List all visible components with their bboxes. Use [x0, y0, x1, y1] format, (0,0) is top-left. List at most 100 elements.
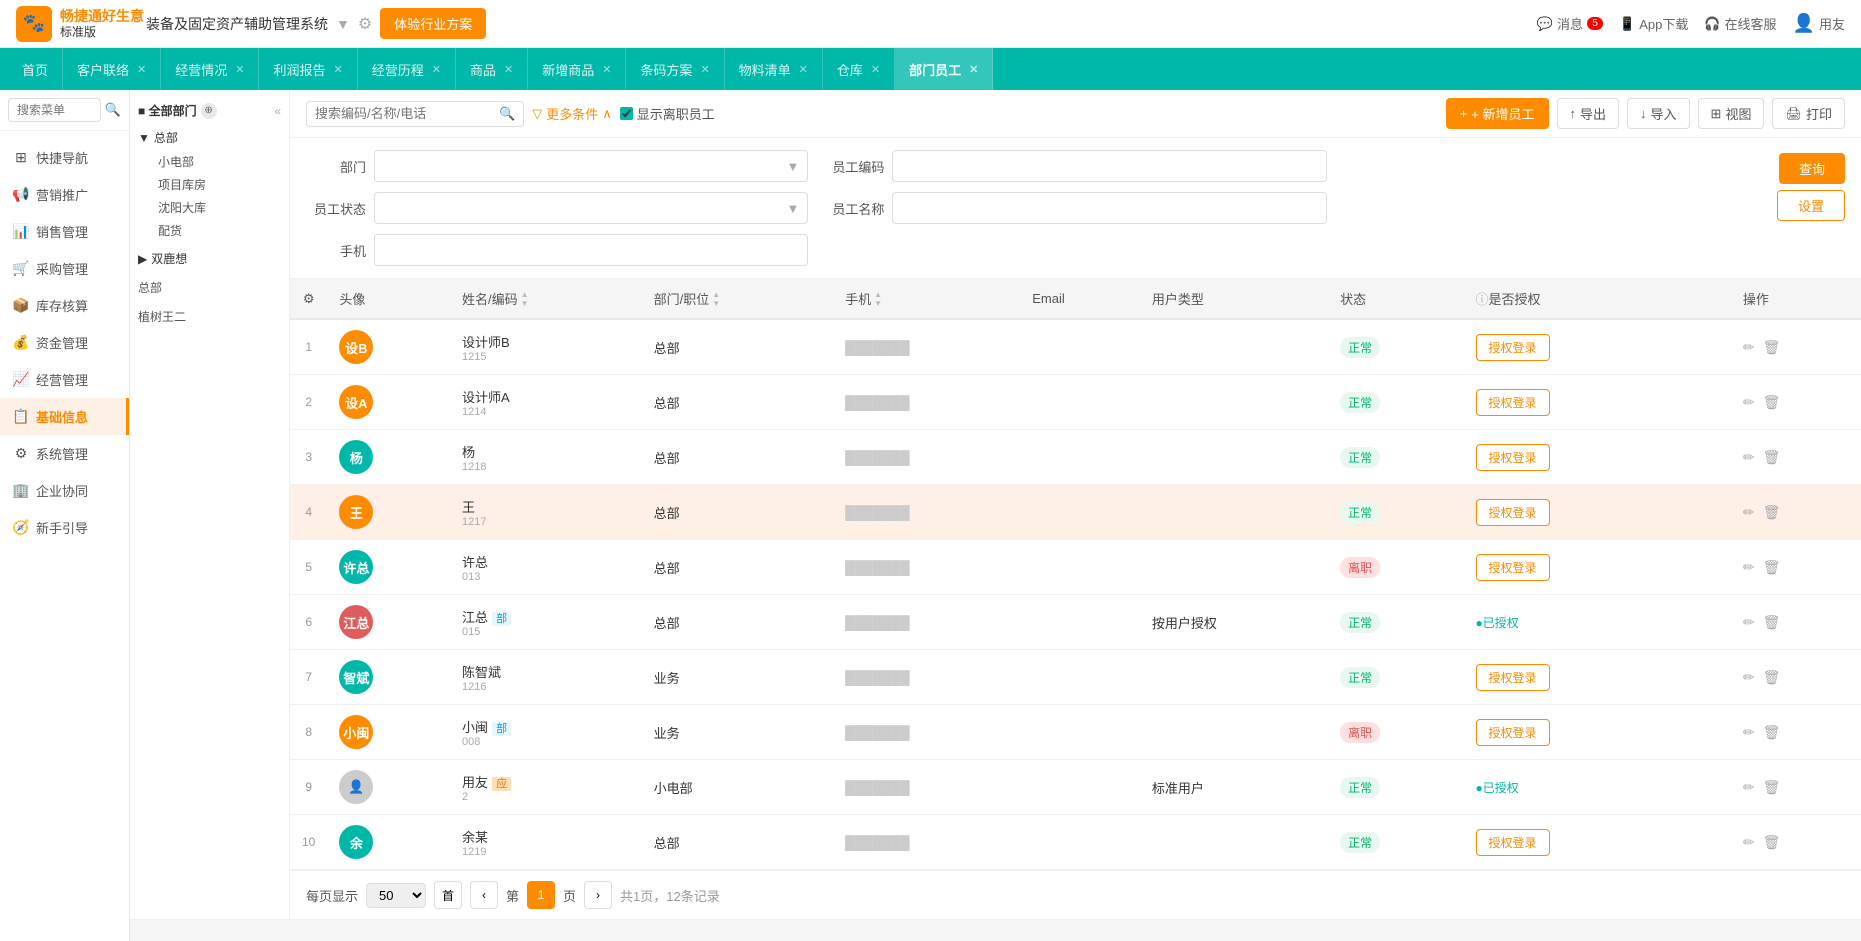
import-button[interactable]: ↓ 导入 — [1627, 98, 1690, 129]
set-button[interactable]: 设置 — [1777, 190, 1845, 221]
dept-node-shenyangdaku[interactable]: 沈阳大库 — [150, 196, 289, 219]
prev-page-btn[interactable]: ‹ — [470, 881, 498, 909]
app-download-btn[interactable]: 📱 App下载 — [1619, 14, 1688, 33]
online-service-btn[interactable]: 🎧 在线客服 — [1704, 14, 1776, 33]
close-icon[interactable]: ✕ — [871, 63, 880, 76]
sidebar-item-sales[interactable]: 📊 销售管理 — [0, 213, 129, 250]
close-icon[interactable]: ✕ — [235, 63, 244, 76]
message-btn[interactable]: 💬 消息 5 — [1537, 14, 1603, 33]
dept-node-zongbu2[interactable]: 总部 — [130, 273, 289, 302]
col-settings[interactable]: ⚙ — [290, 279, 327, 319]
sidebar-item-marketing[interactable]: 📢 营销推广 — [0, 176, 129, 213]
dropdown-icon[interactable]: ▼ — [336, 16, 350, 32]
col-phone[interactable]: 手机 ▲▼ — [833, 279, 1020, 319]
delete-icon[interactable]: 🗑 — [1763, 504, 1781, 521]
phone-input[interactable] — [374, 234, 808, 266]
auth-btn[interactable]: 授权登录 — [1476, 499, 1550, 526]
tab-employees[interactable]: 部门员工✕ — [895, 48, 993, 90]
delete-icon[interactable]: 🗑 — [1763, 449, 1781, 466]
edit-icon[interactable]: ✏ — [1743, 394, 1755, 411]
trial-button[interactable]: 体验行业方案 — [380, 8, 486, 39]
auth-btn[interactable]: 授权登录 — [1476, 829, 1550, 856]
tab-home[interactable]: 首页 — [8, 48, 63, 90]
page-size-select[interactable]: 50 100 — [366, 883, 426, 908]
current-page[interactable]: 1 — [527, 881, 555, 909]
edit-icon[interactable]: ✏ — [1743, 614, 1755, 631]
close-icon[interactable]: ✕ — [969, 63, 978, 76]
auth-btn[interactable]: 授权登录 — [1476, 664, 1550, 691]
sidebar-search-input[interactable] — [8, 98, 101, 122]
view-button[interactable]: ⊞ 视图 — [1698, 98, 1765, 129]
close-icon[interactable]: ✕ — [334, 63, 343, 76]
tab-bom[interactable]: 物料清单✕ — [725, 48, 823, 90]
dept-node-shuanglu[interactable]: ▶双鹿想 — [130, 246, 289, 271]
auth-btn[interactable]: 授权登录 — [1476, 389, 1550, 416]
delete-icon[interactable]: 🗑 — [1763, 559, 1781, 576]
delete-icon[interactable]: 🗑 — [1763, 669, 1781, 686]
auth-btn[interactable]: 授权登录 — [1476, 554, 1550, 581]
search-submit-icon[interactable]: 🔍 — [499, 106, 515, 122]
next-page-btn[interactable]: › — [584, 881, 612, 909]
tab-history[interactable]: 经营历程✕ — [358, 48, 456, 90]
sidebar-item-inventory[interactable]: 📦 库存核算 — [0, 287, 129, 324]
delete-icon[interactable]: 🗑 — [1763, 779, 1781, 796]
tab-add-goods[interactable]: 新增商品✕ — [528, 48, 626, 90]
emp-status-select[interactable]: ▼ — [374, 192, 808, 224]
user-btn[interactable]: 👤 用友 — [1793, 13, 1845, 34]
add-employee-button[interactable]: + + 新增员工 — [1446, 98, 1549, 129]
edit-icon[interactable]: ✏ — [1743, 669, 1755, 686]
show-resigned-checkbox[interactable]: 显示离职员工 — [620, 104, 715, 123]
auth-btn[interactable]: 授权登录 — [1476, 719, 1550, 746]
sidebar-item-operations[interactable]: 📈 经营管理 — [0, 361, 129, 398]
edit-icon[interactable]: ✏ — [1743, 559, 1755, 576]
dept-node-xiaodibu[interactable]: 小电部 — [150, 150, 289, 173]
print-button[interactable]: 🖨 打印 — [1772, 98, 1845, 129]
search-input[interactable] — [315, 106, 495, 121]
tab-operations[interactable]: 经营情况✕ — [161, 48, 259, 90]
edit-icon[interactable]: ✏ — [1743, 779, 1755, 796]
close-icon[interactable]: ✕ — [602, 63, 611, 76]
delete-icon[interactable]: 🗑 — [1763, 724, 1781, 741]
close-icon[interactable]: ✕ — [700, 63, 709, 76]
edit-icon[interactable]: ✏ — [1743, 449, 1755, 466]
settings-icon[interactable]: ⚙ — [358, 14, 372, 34]
auth-btn[interactable]: 授权登录 — [1476, 334, 1550, 361]
tab-profit[interactable]: 利润报告✕ — [259, 48, 357, 90]
tab-goods[interactable]: 商品✕ — [456, 48, 528, 90]
close-icon[interactable]: ✕ — [137, 63, 146, 76]
auth-btn[interactable]: 授权登录 — [1476, 444, 1550, 471]
dept-node-peihuo[interactable]: 配货 — [150, 219, 289, 242]
edit-icon[interactable]: ✏ — [1743, 504, 1755, 521]
dept-node-zhishu[interactable]: 植树王二 — [130, 302, 289, 331]
delete-icon[interactable]: 🗑 — [1763, 339, 1781, 356]
close-icon[interactable]: ✕ — [799, 63, 808, 76]
edit-icon[interactable]: ✏ — [1743, 834, 1755, 851]
query-button[interactable]: 查询 — [1779, 153, 1845, 184]
close-icon[interactable]: ✕ — [432, 63, 441, 76]
show-resigned-input[interactable] — [620, 107, 633, 120]
col-name[interactable]: 姓名/编码 ▲▼ — [450, 279, 642, 319]
delete-icon[interactable]: 🗑 — [1763, 614, 1781, 631]
tab-warehouse[interactable]: 仓库✕ — [823, 48, 895, 90]
close-icon[interactable]: ✕ — [504, 63, 513, 76]
sidebar-item-enterprise[interactable]: 🏢 企业协同 — [0, 472, 129, 509]
first-page-btn[interactable]: 首 — [434, 881, 462, 909]
tab-barcode[interactable]: 条码方案✕ — [626, 48, 724, 90]
export-button[interactable]: ↑ 导出 — [1557, 98, 1620, 129]
edit-icon[interactable]: ✏ — [1743, 724, 1755, 741]
emp-name-input[interactable] — [892, 192, 1326, 224]
dept-node-zongbu[interactable]: ▼总部 — [130, 125, 289, 150]
dept-select[interactable]: ▼ — [374, 150, 808, 182]
col-dept[interactable]: 部门/职位 ▲▼ — [642, 279, 834, 319]
sidebar-item-quick-nav[interactable]: ⊞ 快捷导航 — [0, 139, 129, 176]
dept-node-xiangmukufang[interactable]: 项目库房 — [150, 173, 289, 196]
sidebar-item-basic-info[interactable]: 📋 基础信息 — [0, 398, 129, 435]
edit-icon[interactable]: ✏ — [1743, 339, 1755, 356]
emp-code-input[interactable] — [892, 150, 1326, 182]
delete-icon[interactable]: 🗑 — [1763, 394, 1781, 411]
sidebar-item-purchase[interactable]: 🛒 采购管理 — [0, 250, 129, 287]
more-filter-btn[interactable]: ▽ 更多条件 ∧ — [532, 104, 612, 123]
tab-customer[interactable]: 客户联络✕ — [63, 48, 161, 90]
delete-icon[interactable]: 🗑 — [1763, 834, 1781, 851]
collapse-icon[interactable]: « — [274, 104, 281, 118]
